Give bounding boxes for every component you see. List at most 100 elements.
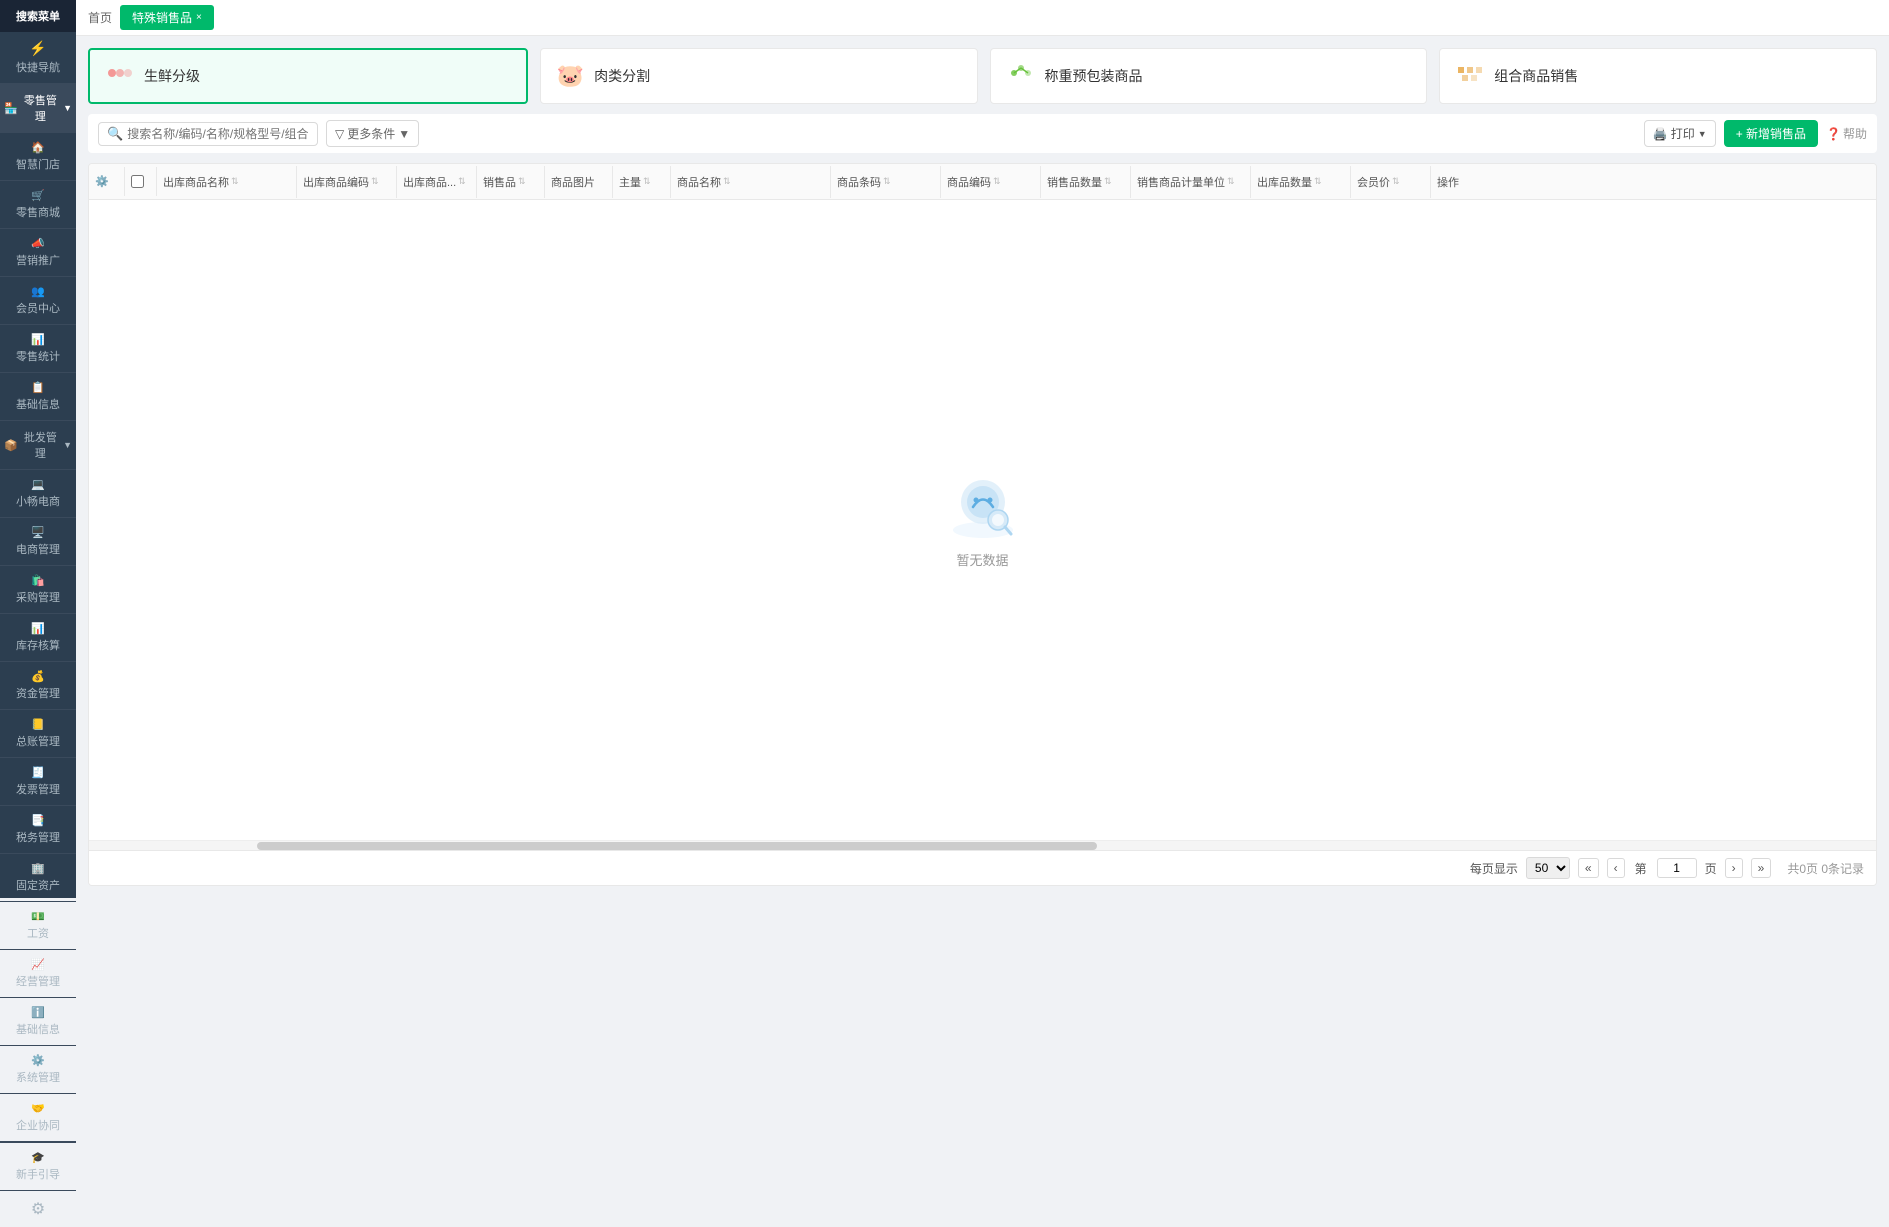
sidebar-item-retail-stats[interactable]: 📊 零售统计 — [0, 325, 76, 373]
ledger-icon: 📒 — [31, 718, 45, 731]
tab-close-icon[interactable]: × — [196, 12, 202, 23]
sidebar-item-retail[interactable]: 🏪 零售管理 ▼ — [0, 84, 76, 133]
sidebar-item-ledger[interactable]: 📒 总账管理 — [0, 710, 76, 758]
invoice-icon: 🧾 — [31, 766, 45, 779]
sidebar-item-label: 新手引导 — [16, 1166, 60, 1182]
sidebar: 搜索菜单 ⚡ 快捷导航 🏪 零售管理 ▼ 🏠 智慧门店 🛒 零售商城 📣 营销推… — [0, 0, 76, 898]
sidebar-item-label: 会员中心 — [16, 300, 60, 316]
help-label: 帮助 — [1843, 125, 1867, 142]
next-page-button[interactable]: › — [1725, 858, 1743, 878]
sidebar-item-corp-collab[interactable]: 🤝 企业协同 — [0, 1094, 76, 1142]
th-product-code: 商品编码 ⇅ — [941, 166, 1041, 198]
sidebar-item-finance[interactable]: 💰 资金管理 — [0, 662, 76, 710]
sidebar-item-basic-info-retail[interactable]: 📋 基础信息 — [0, 373, 76, 421]
help-icon: ❓ — [1826, 127, 1841, 141]
page-unit: 页 — [1705, 860, 1717, 877]
sidebar-item-label: 库存核算 — [16, 637, 60, 653]
th-product-image: 商品图片 — [545, 166, 613, 198]
sidebar-item-inventory[interactable]: 📊 库存核算 — [0, 614, 76, 662]
first-page-button[interactable]: « — [1578, 858, 1599, 878]
sidebar-item-smart-store[interactable]: 🏠 智慧门店 — [0, 133, 76, 181]
sidebar-item-newbie[interactable]: 🎓 新手引导 — [0, 1143, 76, 1191]
tab-cards-row: 生鲜分级 🐷 肉类分割 称重预包装商品 — [88, 48, 1877, 104]
sidebar-item-tax[interactable]: 📑 税务管理 — [0, 806, 76, 854]
meat-tab-icon: 🐷 — [557, 63, 584, 89]
th-checkbox[interactable] — [125, 167, 157, 196]
select-all-checkbox[interactable] — [131, 175, 144, 188]
tab-card-combo[interactable]: 组合商品销售 — [1439, 48, 1877, 104]
sidebar-item-label: 电商管理 — [16, 541, 60, 557]
horizontal-scrollbar[interactable] — [89, 840, 1876, 850]
content-area: 生鲜分级 🐷 肉类分割 称重预包装商品 — [76, 36, 1889, 898]
info-icon-1: 📋 — [31, 381, 45, 394]
th-barcode: 商品条码 ⇅ — [831, 166, 941, 198]
sort-icon-2: ⇅ — [371, 176, 379, 187]
sidebar-item-members[interactable]: 👥 会员中心 — [0, 277, 76, 325]
fresh-tab-icon — [106, 62, 134, 90]
sidebar-item-invoice[interactable]: 🧾 发票管理 — [0, 758, 76, 806]
search-box[interactable]: 🔍 — [98, 122, 318, 146]
sort-icon-7: ⇅ — [883, 176, 891, 187]
sidebar-item-label: 智慧门店 — [16, 156, 60, 172]
current-page-input[interactable] — [1657, 858, 1697, 878]
sidebar-bottom: 🎓 新手引导 ⚙ — [0, 1142, 76, 1227]
tab-card-meat[interactable]: 🐷 肉类分割 — [540, 48, 978, 104]
th-sales-unit: 销售商品计量单位 ⇅ — [1131, 166, 1251, 198]
sidebar-item-wholesale[interactable]: 📦 批发管理 ▼ — [0, 421, 76, 470]
sidebar-item-retail-mall[interactable]: 🛒 零售商城 — [0, 181, 76, 229]
sidebar-item-quick-nav[interactable]: ⚡ 快捷导航 — [0, 32, 76, 84]
th-product-name: 商品名称 ⇅ — [671, 166, 831, 198]
sidebar-item-ecommerce-mini[interactable]: 💻 小畅电商 — [0, 470, 76, 518]
prev-page-button[interactable]: ‹ — [1607, 858, 1625, 878]
sidebar-item-payroll[interactable]: 💵 工资 — [0, 902, 76, 950]
tab-card-weigh[interactable]: 称重预包装商品 — [990, 48, 1428, 104]
retail-icon: 🏪 — [4, 102, 18, 115]
topbar-home[interactable]: 首页 — [88, 9, 112, 26]
th-settings[interactable]: ⚙️ — [89, 167, 125, 196]
weigh-tab-label: 称重预包装商品 — [1045, 66, 1143, 86]
sidebar-item-label: 系统管理 — [16, 1069, 60, 1085]
page-label: 第 — [1635, 860, 1647, 877]
print-icon: 🖨️ — [1653, 127, 1668, 141]
th-sales-qty: 销售品数量 ⇅ — [1041, 166, 1131, 198]
sidebar-item-marketing[interactable]: 📣 营销推广 — [0, 229, 76, 277]
sort-icon-5: ⇅ — [643, 176, 651, 187]
sidebar-item-label: 发票管理 — [16, 781, 60, 797]
sidebar-item-label: 工资 — [27, 925, 49, 941]
payroll-icon: 💵 — [31, 910, 45, 923]
chevron-down-icon: ▼ — [63, 103, 72, 113]
sort-icon-8: ⇅ — [993, 176, 1001, 187]
sidebar-item-label: 采购管理 — [16, 589, 60, 605]
print-button[interactable]: 🖨️ 打印 ▼ — [1644, 120, 1716, 147]
sidebar-item-ecommerce[interactable]: 🖥️ 电商管理 — [0, 518, 76, 566]
add-button[interactable]: + 新增销售品 — [1724, 120, 1818, 147]
sidebar-item-basic-info-2[interactable]: ℹ️ 基础信息 — [0, 998, 76, 1046]
search-input[interactable] — [127, 127, 309, 141]
marketing-icon: 📣 — [31, 237, 45, 250]
filter-button[interactable]: ▽ 更多条件 ▼ — [326, 120, 419, 147]
sidebar-item-fixed-assets[interactable]: 🏢 固定资产 — [0, 854, 76, 902]
weigh-tab-icon — [1007, 62, 1035, 90]
sidebar-item-label: 基础信息 — [16, 396, 60, 412]
biz-icon: 📈 — [31, 958, 45, 971]
filter-icon: ▽ — [335, 127, 344, 141]
page-size-select[interactable]: 50 — [1526, 857, 1570, 879]
th-out-qty: 出库品数量 ⇅ — [1251, 166, 1351, 198]
help-button[interactable]: ❓ 帮助 — [1826, 125, 1867, 142]
sort-icon-6: ⇅ — [723, 176, 731, 187]
last-page-button[interactable]: » — [1751, 858, 1772, 878]
store-icon: 🏠 — [31, 141, 45, 154]
finance-icon: 💰 — [31, 670, 45, 683]
tab-label: 特殊销售品 — [132, 9, 192, 26]
sidebar-gear-icon[interactable]: ⚙ — [0, 1191, 76, 1227]
sidebar-item-label: 快捷导航 — [16, 59, 60, 75]
add-label: + 新增销售品 — [1736, 125, 1806, 142]
sidebar-item-system[interactable]: ⚙️ 系统管理 — [0, 1046, 76, 1094]
scrollbar-thumb[interactable] — [257, 842, 1097, 850]
sidebar-item-purchase[interactable]: 🛍️ 采购管理 — [0, 566, 76, 614]
topbar-active-tab[interactable]: 特殊销售品 × — [120, 5, 214, 30]
sidebar-logo[interactable]: 搜索菜单 — [0, 0, 76, 32]
sidebar-item-biz-manage[interactable]: 📈 经营管理 — [0, 950, 76, 998]
tab-card-fresh[interactable]: 生鲜分级 — [88, 48, 528, 104]
sidebar-item-label: 税务管理 — [16, 829, 60, 845]
